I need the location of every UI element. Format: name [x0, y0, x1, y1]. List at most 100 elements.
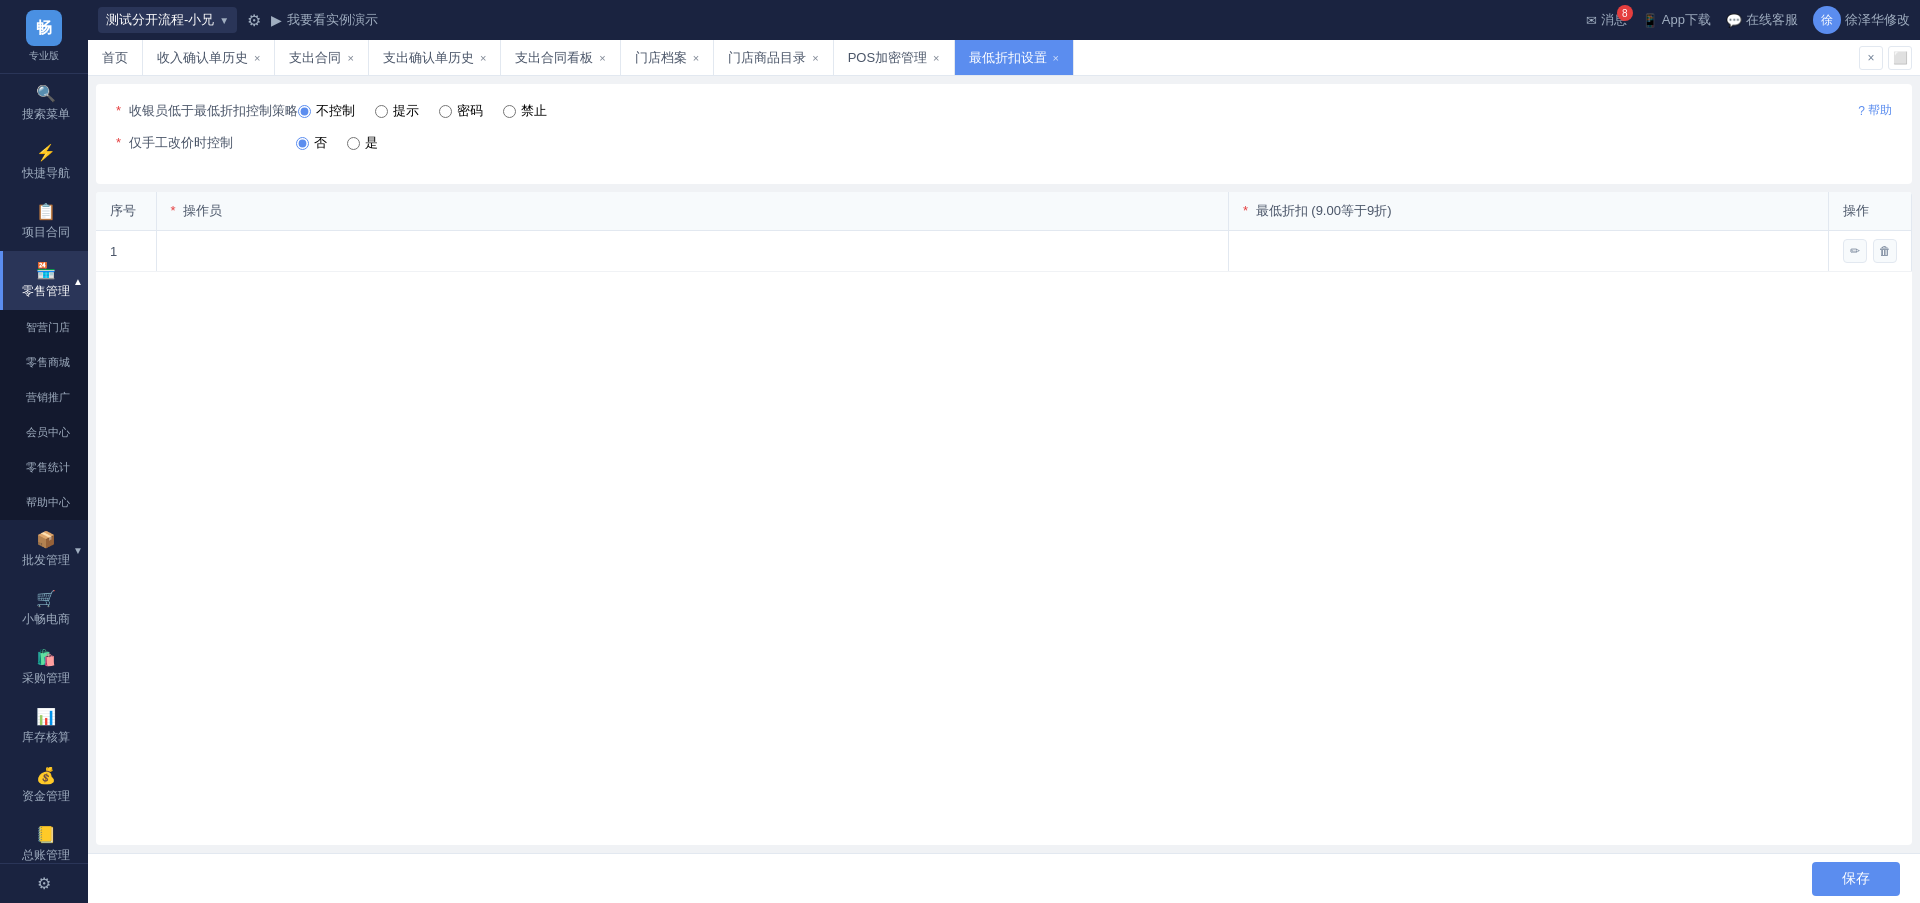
- tab-payment-contract[interactable]: 支出合同 ×: [275, 40, 368, 76]
- sidebar-item-smart-store[interactable]: 智营门店: [0, 310, 88, 345]
- discount-radio-forbid[interactable]: [503, 105, 516, 118]
- discount-option-forbid[interactable]: 禁止: [503, 102, 547, 120]
- sidebar-item-label: 帮助中心: [26, 495, 70, 510]
- sidebar-item-label: 智营门店: [26, 320, 70, 335]
- user-menu-btn[interactable]: 徐 徐泽华修改: [1813, 6, 1910, 34]
- tab-label: 支出确认单历史: [383, 49, 474, 67]
- chevron-up-icon: ▲: [73, 275, 83, 286]
- sidebar-item-label: 批发管理: [22, 552, 70, 569]
- tab-pos-password[interactable]: POS加密管理 ×: [834, 40, 955, 76]
- tab-label: 收入确认单历史: [157, 49, 248, 67]
- sidebar-item-quick-nav[interactable]: ⚡ 快捷导航: [0, 133, 88, 192]
- manual-price-option-no[interactable]: 否: [296, 134, 327, 152]
- discount-option-password[interactable]: 密码: [439, 102, 483, 120]
- sidebar-item-finance[interactable]: 💰 资金管理: [0, 756, 88, 815]
- sidebar-item-retail-mall[interactable]: 零售商城: [0, 345, 88, 380]
- user-name: 徐泽华修改: [1845, 11, 1910, 29]
- discount-option-remind[interactable]: 提示: [375, 102, 419, 120]
- sidebar-item-label: 搜索菜单: [22, 106, 70, 123]
- sidebar-item-search[interactable]: 🔍 搜索菜单: [0, 74, 88, 133]
- sidebar-logo: 畅 专业版: [0, 0, 88, 74]
- row-edit-btn[interactable]: ✏: [1843, 239, 1867, 263]
- manual-price-option-yes[interactable]: 是: [347, 134, 378, 152]
- tab-label: 最低折扣设置: [969, 49, 1047, 67]
- demo-link[interactable]: ▶ 我要看实例演示: [271, 11, 378, 29]
- online-service-btn[interactable]: 💬 在线客服: [1726, 11, 1798, 29]
- demo-play-icon: ▶: [271, 12, 282, 28]
- sidebar-item-ecommerce[interactable]: 🛒 小畅电商: [0, 579, 88, 638]
- tab-more-btn[interactable]: ⬜: [1888, 46, 1912, 70]
- message-btn[interactable]: ✉ 消息 8: [1586, 11, 1627, 29]
- settings-gear-icon[interactable]: ⚙: [37, 874, 51, 893]
- online-service-label: 在线客服: [1746, 11, 1798, 29]
- sidebar-item-help-center[interactable]: 帮助中心: [0, 485, 88, 520]
- topbar: 测试分开流程-小兄 ▼ ⚙ ▶ 我要看实例演示 ✉ 消息 8 📱 App下载 💬…: [88, 0, 1920, 40]
- quick-nav-icon: ⚡: [36, 143, 56, 162]
- tab-home[interactable]: 首页: [88, 40, 143, 76]
- topbar-settings-icon[interactable]: ⚙: [247, 11, 261, 30]
- sidebar-item-purchase[interactable]: 🛍️ 采购管理: [0, 638, 88, 697]
- col-header-operator: * 操作员: [156, 192, 1229, 231]
- tab-label: 门店档案: [635, 49, 687, 67]
- app-download-btn[interactable]: 📱 App下载: [1642, 11, 1711, 29]
- discount-radio-password[interactable]: [439, 105, 452, 118]
- manual-price-radio-yes[interactable]: [347, 137, 360, 150]
- search-icon: 🔍: [36, 84, 56, 103]
- project-selector[interactable]: 测试分开流程-小兄 ▼: [98, 7, 237, 33]
- tab-close-icon[interactable]: ×: [347, 52, 353, 64]
- sidebar-item-label: 总账管理: [22, 847, 70, 863]
- discount-control-label: * 收银员低于最低折扣控制策略: [116, 102, 298, 120]
- tab-close-icon[interactable]: ×: [599, 52, 605, 64]
- sidebar-item-label: 采购管理: [22, 670, 70, 687]
- tab-label: 支出合同: [289, 49, 341, 67]
- tab-income-history[interactable]: 收入确认单历史 ×: [143, 40, 275, 76]
- discount-radio-remind[interactable]: [375, 105, 388, 118]
- save-button[interactable]: 保存: [1812, 862, 1900, 896]
- finance-icon: 💰: [36, 766, 56, 785]
- col-header-discount: * 最低折扣 (9.00等于9折): [1229, 192, 1829, 231]
- cell-operator: [156, 231, 1229, 272]
- tabbar: 首页 收入确认单历史 × 支出合同 × 支出确认单历史 × 支出合同看板 × 门…: [88, 40, 1920, 76]
- table-body: 1 ✏ 🗑: [96, 231, 1912, 272]
- discount-control-row: * 收银员低于最低折扣控制策略 不控制 提示 密码: [116, 102, 1892, 120]
- tab-label: 门店商品目录: [728, 49, 806, 67]
- sidebar-item-wholesale[interactable]: 📦 批发管理 ▼: [0, 520, 88, 579]
- tab-close-icon[interactable]: ×: [693, 52, 699, 64]
- tab-min-discount[interactable]: 最低折扣设置 ×: [955, 40, 1074, 76]
- tab-close-icon[interactable]: ×: [1053, 52, 1059, 64]
- tab-close-all-btn[interactable]: ×: [1859, 46, 1883, 70]
- sidebar-item-member-center[interactable]: 会员中心: [0, 415, 88, 450]
- tab-close-icon[interactable]: ×: [254, 52, 260, 64]
- discount-control-options: 不控制 提示 密码 禁止: [298, 102, 547, 120]
- project-contract-icon: 📋: [36, 202, 56, 221]
- sidebar-item-label: 营销推广: [26, 390, 70, 405]
- sidebar-nav: 🔍 搜索菜单 ⚡ 快捷导航 📋 项目合同 🏪 零售管理 ▲ 智营门店 零售商城 …: [0, 74, 88, 863]
- manual-price-options: 否 是: [296, 134, 378, 152]
- tab-payment-confirm-history[interactable]: 支出确认单历史 ×: [369, 40, 501, 76]
- tab-label: POS加密管理: [848, 49, 927, 67]
- main-container: 测试分开流程-小兄 ▼ ⚙ ▶ 我要看实例演示 ✉ 消息 8 📱 App下载 💬…: [88, 0, 1920, 903]
- discount-option-no-control[interactable]: 不控制: [298, 102, 355, 120]
- sidebar-item-project-contract[interactable]: 📋 项目合同: [0, 192, 88, 251]
- sidebar-item-retail-stats[interactable]: 零售统计: [0, 450, 88, 485]
- sidebar-item-marketing[interactable]: 营销推广: [0, 380, 88, 415]
- help-link[interactable]: ? 帮助: [1858, 102, 1892, 119]
- sidebar-item-inventory[interactable]: 📊 库存核算: [0, 697, 88, 756]
- sidebar-item-label: 零售管理: [22, 283, 70, 300]
- sidebar-item-retail-mgmt[interactable]: 🏪 零售管理 ▲: [0, 251, 88, 310]
- tab-store-products[interactable]: 门店商品目录 ×: [714, 40, 833, 76]
- sidebar-item-accounting[interactable]: 📒 总账管理: [0, 815, 88, 863]
- tab-close-icon[interactable]: ×: [812, 52, 818, 64]
- app-download-icon: 📱: [1642, 13, 1658, 28]
- tab-close-icon[interactable]: ×: [480, 52, 486, 64]
- required-star: *: [116, 135, 121, 150]
- manual-price-radio-no[interactable]: [296, 137, 309, 150]
- row-delete-btn[interactable]: 🗑: [1873, 239, 1897, 263]
- tab-close-icon[interactable]: ×: [933, 52, 939, 64]
- page-footer: 保存: [88, 853, 1920, 903]
- discount-radio-no-control[interactable]: [298, 105, 311, 118]
- project-name: 测试分开流程-小兄: [106, 11, 214, 29]
- tab-store-archive[interactable]: 门店档案 ×: [621, 40, 714, 76]
- project-dropdown-arrow: ▼: [219, 15, 229, 26]
- tab-payment-board[interactable]: 支出合同看板 ×: [501, 40, 620, 76]
